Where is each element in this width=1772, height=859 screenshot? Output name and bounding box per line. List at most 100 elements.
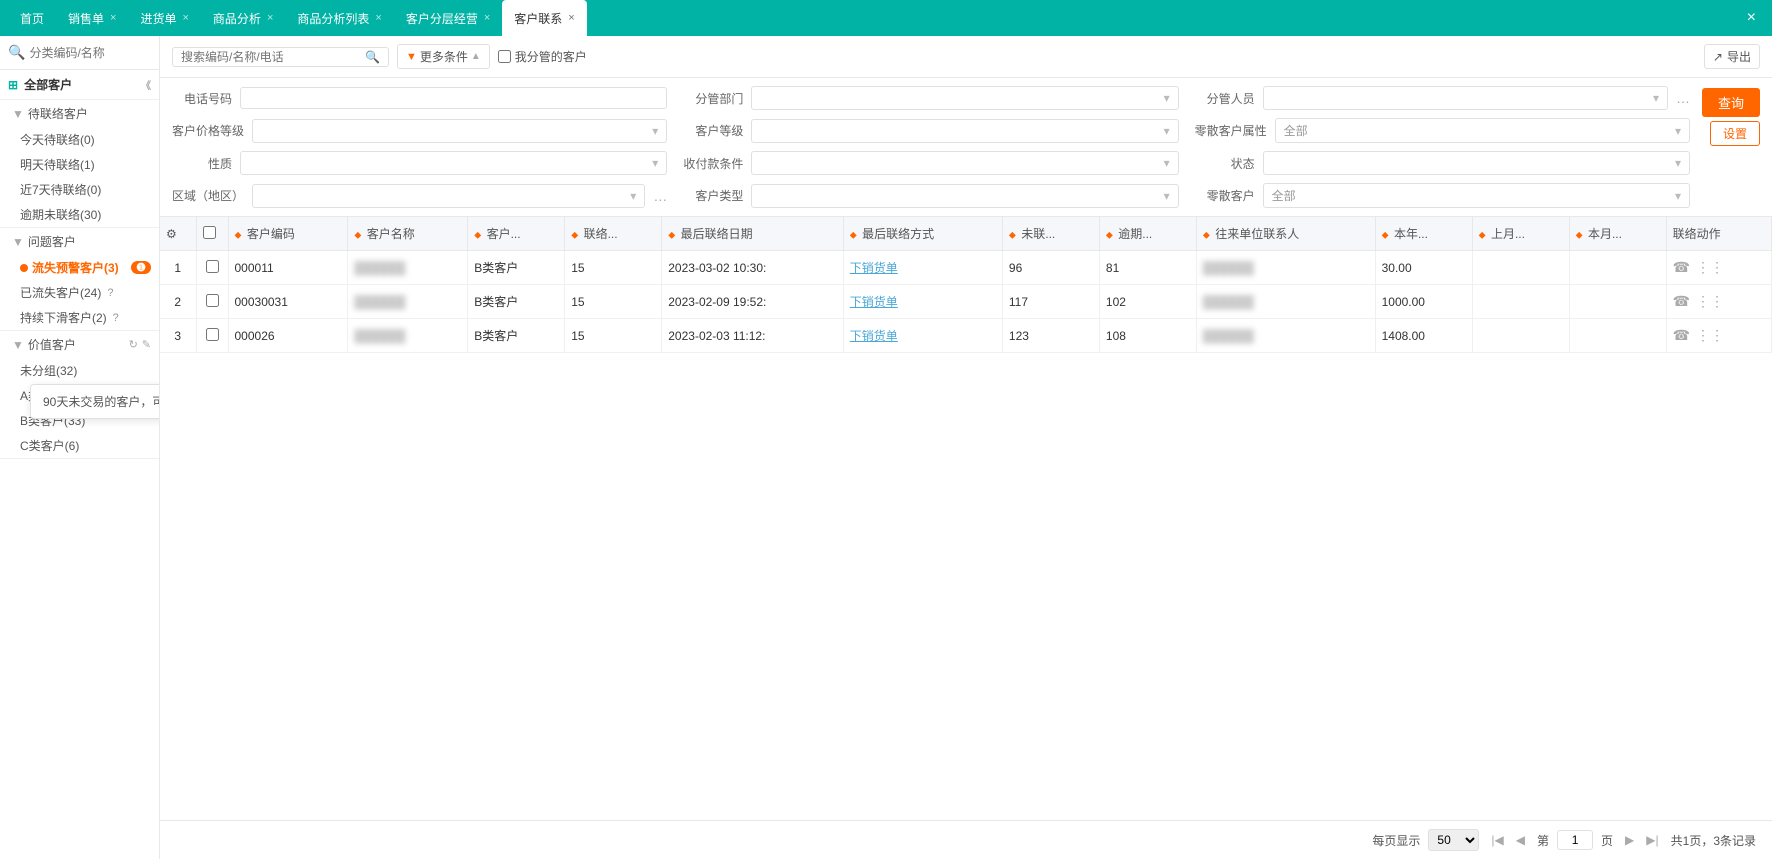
page-navigation: |◀ ◀ 第 页 ▶ ▶| xyxy=(1487,830,1662,851)
close-analysis-tab[interactable]: × xyxy=(267,12,273,24)
th-contact: ⬥ 联络... xyxy=(565,217,662,251)
sidebar-search-input[interactable] xyxy=(29,46,160,60)
next-page-btn[interactable]: ▶ xyxy=(1621,831,1638,849)
row-checkbox[interactable] xyxy=(206,328,219,341)
pending-contact-title[interactable]: ▼ 待联络客户 xyxy=(0,100,159,127)
nature-select[interactable]: ▾ xyxy=(240,151,667,175)
dept-label: 分管部门 xyxy=(683,90,743,107)
total-pages-label: 共1页，3条记录 xyxy=(1671,832,1756,849)
filter-row-3: 性质 ▾ 收付款条件 ▾ xyxy=(172,151,1690,175)
contact-action-icon[interactable]: ☎ xyxy=(1673,327,1690,344)
retail-customer-select[interactable]: 全部 ▾ xyxy=(1263,183,1690,208)
cell-last-month xyxy=(1472,285,1569,319)
sidebar-item-churn-warning[interactable]: 流失预警客户(3) ❶ xyxy=(0,255,159,280)
cell-checkbox xyxy=(196,319,228,353)
cell-code: 00030031 xyxy=(228,285,348,319)
status-select[interactable]: ▾ xyxy=(1263,151,1690,175)
nav-purchase[interactable]: 进货单 × xyxy=(128,0,200,36)
nav-sales[interactable]: 销售单 × xyxy=(56,0,128,36)
nature-label: 性质 xyxy=(172,155,232,172)
customer-level-select[interactable]: ▾ xyxy=(751,119,1178,143)
sidebar-item-today-contact[interactable]: 今天待联络(0) xyxy=(0,127,159,152)
first-page-btn[interactable]: |◀ xyxy=(1487,831,1507,849)
table-row: 2 00030031 ██████ B类客户 15 2023-02-09 19:… xyxy=(160,285,1772,319)
phone-input[interactable] xyxy=(240,87,667,109)
contact-action-icon[interactable]: ☎ xyxy=(1673,293,1690,310)
th-last-contact-way: ⬥ 最后联络方式 xyxy=(843,217,1002,251)
contact-way-link[interactable]: 下销货单 xyxy=(850,295,898,309)
cell-type: B类客户 xyxy=(468,251,565,285)
nav-home[interactable]: 首页 xyxy=(8,0,56,36)
price-level-select[interactable]: ▾ xyxy=(252,119,667,143)
contact-action-icon[interactable]: ☎ xyxy=(1673,259,1690,276)
table-container: ⚙ ⬥ 客户编码 ⬥ 客户名称 xyxy=(160,217,1772,820)
contact-way-link[interactable]: 下销货单 xyxy=(850,329,898,343)
nav-analysis-list[interactable]: 商品分析列表 × xyxy=(285,0,393,36)
nav-customer-layer[interactable]: 客户分层经营 × xyxy=(394,0,502,36)
prev-page-btn[interactable]: ◀ xyxy=(1512,831,1529,849)
close-analysis-list-tab[interactable]: × xyxy=(375,12,381,24)
retail-attr-select[interactable]: 全部 ▾ xyxy=(1275,118,1690,143)
customer-type-arrow: ▾ xyxy=(1164,189,1170,203)
sidebar-item-7days-contact[interactable]: 近7天待联络(0) xyxy=(0,177,159,202)
cell-unit-contact: ██████ xyxy=(1196,285,1375,319)
value-customers-title[interactable]: ▼ 价值客户 ↻ ✎ xyxy=(0,331,159,358)
main-search-icon[interactable]: 🔍 xyxy=(365,50,380,64)
settings-button[interactable]: 设置 xyxy=(1710,121,1760,146)
more-action-icon[interactable]: ⋮⋮ xyxy=(1696,259,1724,276)
row-checkbox[interactable] xyxy=(206,260,219,273)
manager-select[interactable]: ▾ xyxy=(1263,86,1668,110)
last-page-btn[interactable]: ▶| xyxy=(1642,831,1662,849)
close-sales-tab[interactable]: × xyxy=(110,12,116,24)
close-customer-contact-tab[interactable]: × xyxy=(568,12,574,24)
page-number-input[interactable] xyxy=(1557,830,1593,850)
sidebar-item-overdue-contact[interactable]: 逾期未联络(30) xyxy=(0,202,159,227)
region-select[interactable]: ▾ xyxy=(252,184,645,208)
customer-type-select[interactable]: ▾ xyxy=(751,184,1178,208)
all-customers-title[interactable]: ⊞ 全部客户 《 xyxy=(0,70,159,100)
price-level-arrow: ▾ xyxy=(652,124,658,138)
page-size-select[interactable]: 50 20 100 xyxy=(1428,829,1479,851)
region-arrow: ▾ xyxy=(630,189,636,203)
main-search-input[interactable] xyxy=(181,50,361,64)
global-close-btn[interactable]: × xyxy=(1739,9,1764,27)
more-conditions-btn[interactable]: ▼ 更多条件 ▲ xyxy=(397,44,490,69)
arrow-icon: ▼ xyxy=(12,107,24,121)
field-manager: 分管人员 ▾ … xyxy=(1195,86,1690,110)
close-purchase-tab[interactable]: × xyxy=(182,12,188,24)
contact-way-link[interactable]: 下销货单 xyxy=(850,261,898,275)
my-customers-checkbox[interactable] xyxy=(498,50,511,63)
sidebar-item-unassigned[interactable]: 未分组(32) xyxy=(0,358,159,383)
region-extra-btn[interactable]: … xyxy=(653,188,667,204)
close-customer-layer-tab[interactable]: × xyxy=(484,12,490,24)
sidebar-item-churned[interactable]: 已流失客户(24) ? xyxy=(0,280,159,305)
row-checkbox[interactable] xyxy=(206,294,219,307)
field-nature: 性质 ▾ xyxy=(172,151,667,175)
manager-extra-btn[interactable]: … xyxy=(1676,90,1690,106)
payment-select[interactable]: ▾ xyxy=(751,151,1178,175)
nav-customer-contact[interactable]: 客户联系 × xyxy=(502,0,586,36)
nav-analysis[interactable]: 商品分析 × xyxy=(201,0,285,36)
chevron-down-icon: ▲ xyxy=(471,51,481,62)
export-icon: ↗ xyxy=(1713,50,1723,64)
refresh-btn[interactable]: ↻ xyxy=(129,338,138,351)
export-btn[interactable]: ↗ 导出 xyxy=(1704,44,1760,69)
query-button[interactable]: 查询 xyxy=(1702,88,1760,117)
collapse-icon: 《 xyxy=(141,77,151,92)
cell-last-contact-way: 下销货单 xyxy=(843,285,1002,319)
sidebar-item-declining[interactable]: 持续下滑客户(2) ? xyxy=(0,305,159,330)
dept-select[interactable]: ▾ xyxy=(751,86,1178,110)
sidebar-item-c-class[interactable]: C类客户(6) xyxy=(0,433,159,458)
edit-btn[interactable]: ✎ xyxy=(142,338,151,351)
cell-uncontacted: 117 xyxy=(1002,285,1099,319)
cell-name: ██████ xyxy=(348,285,468,319)
field-phone: 电话号码 xyxy=(172,87,667,109)
churn-count-badge: ❶ xyxy=(131,261,151,274)
my-customers-checkbox-wrap[interactable]: 我分管的客户 xyxy=(498,48,587,65)
select-all-checkbox[interactable] xyxy=(203,226,216,239)
sidebar-item-tomorrow-contact[interactable]: 明天待联络(1) xyxy=(0,152,159,177)
more-action-icon[interactable]: ⋮⋮ xyxy=(1696,327,1724,344)
problem-customers-title[interactable]: ▼ 问题客户 xyxy=(0,228,159,255)
more-action-icon[interactable]: ⋮⋮ xyxy=(1696,293,1724,310)
grid-icon: ⊞ xyxy=(8,78,18,92)
